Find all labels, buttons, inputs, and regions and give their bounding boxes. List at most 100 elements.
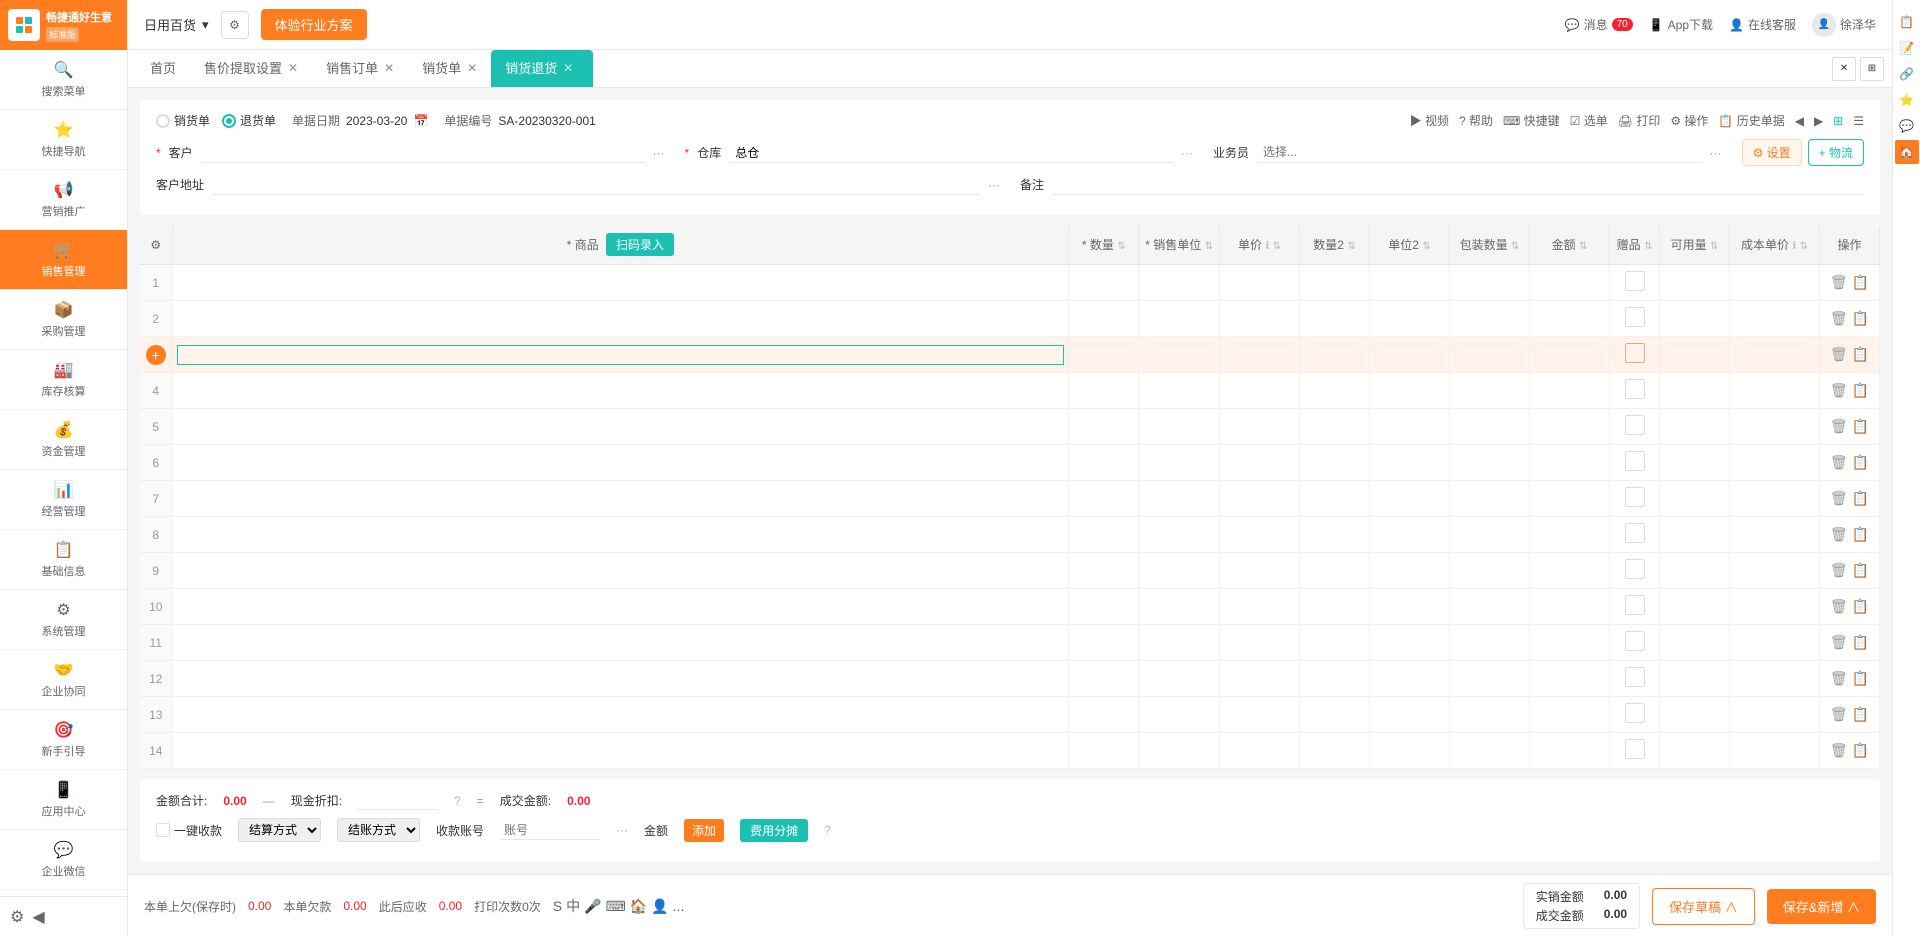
- warehouse-dots-icon[interactable]: ···: [1181, 146, 1193, 160]
- summary-method-select[interactable]: 结账方式: [337, 818, 420, 842]
- row-3-price[interactable]: [1220, 337, 1300, 373]
- copy-row-2-button[interactable]: 📋: [1852, 310, 1869, 327]
- copy-r14[interactable]: 📋: [1852, 742, 1869, 759]
- app-download-button[interactable]: 📱 App下载: [1649, 16, 1713, 33]
- help-btn[interactable]: ? 帮助: [1459, 112, 1493, 129]
- sidebar-item-inventory[interactable]: 🏭 库存核算: [0, 350, 127, 410]
- radio-return[interactable]: 退货单: [222, 112, 276, 129]
- row-3-cost[interactable]: [1730, 337, 1820, 373]
- customer-input[interactable]: [201, 142, 645, 163]
- radio-sale-goods[interactable]: 销货单: [156, 112, 210, 129]
- copy-r11[interactable]: 📋: [1852, 634, 1869, 651]
- staff-dots-icon[interactable]: ···: [1710, 146, 1722, 160]
- row-2-avail[interactable]: [1660, 301, 1730, 337]
- calendar-icon[interactable]: 📅: [413, 114, 428, 128]
- fee-split-button[interactable]: 费用分摊: [740, 819, 808, 842]
- row-3-qty2[interactable]: [1300, 337, 1370, 373]
- one-click-pay-check[interactable]: 一键收款: [156, 822, 222, 839]
- copy-r7[interactable]: 📋: [1852, 490, 1869, 507]
- tab-sale-price[interactable]: 售价提取设置 ✕: [190, 50, 312, 87]
- save-draft-button[interactable]: 保存草稿 ∧: [1652, 888, 1755, 925]
- add-row-button[interactable]: +: [146, 345, 166, 365]
- staff-input[interactable]: [1257, 142, 1702, 163]
- row-2-product[interactable]: [172, 301, 1069, 337]
- copy-r9[interactable]: 📋: [1852, 562, 1869, 579]
- sidebar-item-wechat[interactable]: 💬 企业微信: [0, 830, 127, 890]
- shortcut-btn[interactable]: ⌨ 快捷键: [1503, 112, 1560, 129]
- rs-icon-1[interactable]: 📋: [1895, 10, 1919, 34]
- sidebar-item-corp[interactable]: 🤝 企业协同: [0, 650, 127, 710]
- tab-sale-goods[interactable]: 销货单 ✕: [408, 50, 491, 87]
- delete-row-2-button[interactable]: 🗑: [1830, 310, 1848, 327]
- sidebar-item-apps[interactable]: 📱 应用中心: [0, 770, 127, 830]
- delete-row-1-button[interactable]: 🗑: [1830, 274, 1848, 291]
- row-2-qty[interactable]: [1069, 301, 1139, 337]
- row-1-pkg[interactable]: [1450, 265, 1530, 301]
- message-button[interactable]: 💬 消息 70: [1565, 16, 1633, 33]
- copy-r12[interactable]: 📋: [1852, 670, 1869, 687]
- tab-sale-price-close[interactable]: ✕: [288, 61, 298, 75]
- amount-sort-icon[interactable]: ⇅: [1579, 241, 1587, 252]
- header-settings-button[interactable]: ⚙: [221, 11, 249, 39]
- row-2-price[interactable]: [1220, 301, 1300, 337]
- qty2-sort-icon[interactable]: ⇅: [1347, 241, 1355, 252]
- operation-btn[interactable]: ⚙ 操作: [1670, 112, 1708, 129]
- delete-r9[interactable]: 🗑: [1830, 562, 1848, 579]
- sidebar-item-finance[interactable]: 💰 资金管理: [0, 410, 127, 470]
- row-3-avail[interactable]: [1660, 337, 1730, 373]
- cost-sort-icon[interactable]: ⇅: [1800, 241, 1808, 252]
- calc-method-select[interactable]: 结算方式: [238, 818, 321, 842]
- sidebar-item-search[interactable]: 🔍 搜索菜单: [0, 50, 127, 110]
- settings-gear-icon[interactable]: ⚙: [10, 907, 24, 927]
- customer-dots-icon[interactable]: ···: [653, 146, 665, 160]
- logistics-button[interactable]: + 物流: [1808, 139, 1864, 166]
- tab-home[interactable]: 首页: [136, 50, 190, 87]
- row-3-unit2[interactable]: [1370, 337, 1450, 373]
- qty-sort-icon[interactable]: ⇅: [1117, 241, 1125, 252]
- delete-r13[interactable]: 🗑: [1830, 706, 1848, 723]
- barcode-scan-button[interactable]: 扫码录入: [606, 233, 674, 256]
- add-fee-button[interactable]: 添加: [684, 819, 724, 842]
- remark-input[interactable]: [1052, 174, 1864, 195]
- r4-p[interactable]: [172, 373, 1069, 409]
- row-3-pkg[interactable]: [1450, 337, 1530, 373]
- row-1-qty[interactable]: [1069, 265, 1139, 301]
- daily-goods-selector[interactable]: 日用百货 ▾: [144, 15, 209, 34]
- delete-r7[interactable]: 🗑: [1830, 490, 1848, 507]
- sidebar-collapse-icon[interactable]: ◀: [32, 907, 44, 927]
- nav-next-icon[interactable]: ▶: [1814, 114, 1823, 128]
- grid-view-icon[interactable]: ⊞: [1833, 114, 1843, 128]
- row-2-qty2[interactable]: [1300, 301, 1370, 337]
- save-new-button[interactable]: 保存&新增 ∧: [1767, 889, 1876, 924]
- delete-r8[interactable]: 🗑: [1830, 526, 1848, 543]
- row-1-cost[interactable]: [1730, 265, 1820, 301]
- tab-expand-button[interactable]: ⊞: [1860, 57, 1884, 81]
- user-profile-button[interactable]: 👤 徐泽华: [1812, 13, 1876, 37]
- delete-r10[interactable]: 🗑: [1830, 598, 1848, 615]
- delete-r5[interactable]: 🗑: [1830, 418, 1848, 435]
- delete-row-3-button[interactable]: 🗑: [1830, 346, 1848, 363]
- row-3-unit[interactable]: [1139, 337, 1220, 373]
- sidebar-item-marketing[interactable]: 📢 营销推广: [0, 170, 127, 230]
- experience-button[interactable]: 体验行业方案: [261, 9, 367, 40]
- delete-r6[interactable]: 🗑: [1830, 454, 1848, 471]
- copy-row-1-button[interactable]: 📋: [1852, 274, 1869, 291]
- row-1-avail[interactable]: [1660, 265, 1730, 301]
- row-2-cost[interactable]: [1730, 301, 1820, 337]
- select-btn[interactable]: ☑ 选单: [1570, 112, 1608, 129]
- copy-r10[interactable]: 📋: [1852, 598, 1869, 615]
- row-3-amount[interactable]: [1530, 337, 1610, 373]
- copy-r13[interactable]: 📋: [1852, 706, 1869, 723]
- list-view-icon[interactable]: ☰: [1853, 114, 1864, 128]
- avail-sort-icon[interactable]: ⇅: [1710, 241, 1718, 252]
- sidebar-item-system[interactable]: ⚙ 系统管理: [0, 590, 127, 650]
- online-service-button[interactable]: 👤 在线客服: [1729, 16, 1796, 33]
- row-2-amount[interactable]: [1530, 301, 1610, 337]
- delete-r12[interactable]: 🗑: [1830, 670, 1848, 687]
- copy-r8[interactable]: 📋: [1852, 526, 1869, 543]
- copy-r6[interactable]: 📋: [1852, 454, 1869, 471]
- fee-help-icon[interactable]: ?: [824, 823, 831, 837]
- row-3-product[interactable]: [172, 337, 1069, 373]
- row-2-gift[interactable]: [1610, 301, 1660, 337]
- unit2-sort-icon[interactable]: ⇅: [1422, 241, 1430, 252]
